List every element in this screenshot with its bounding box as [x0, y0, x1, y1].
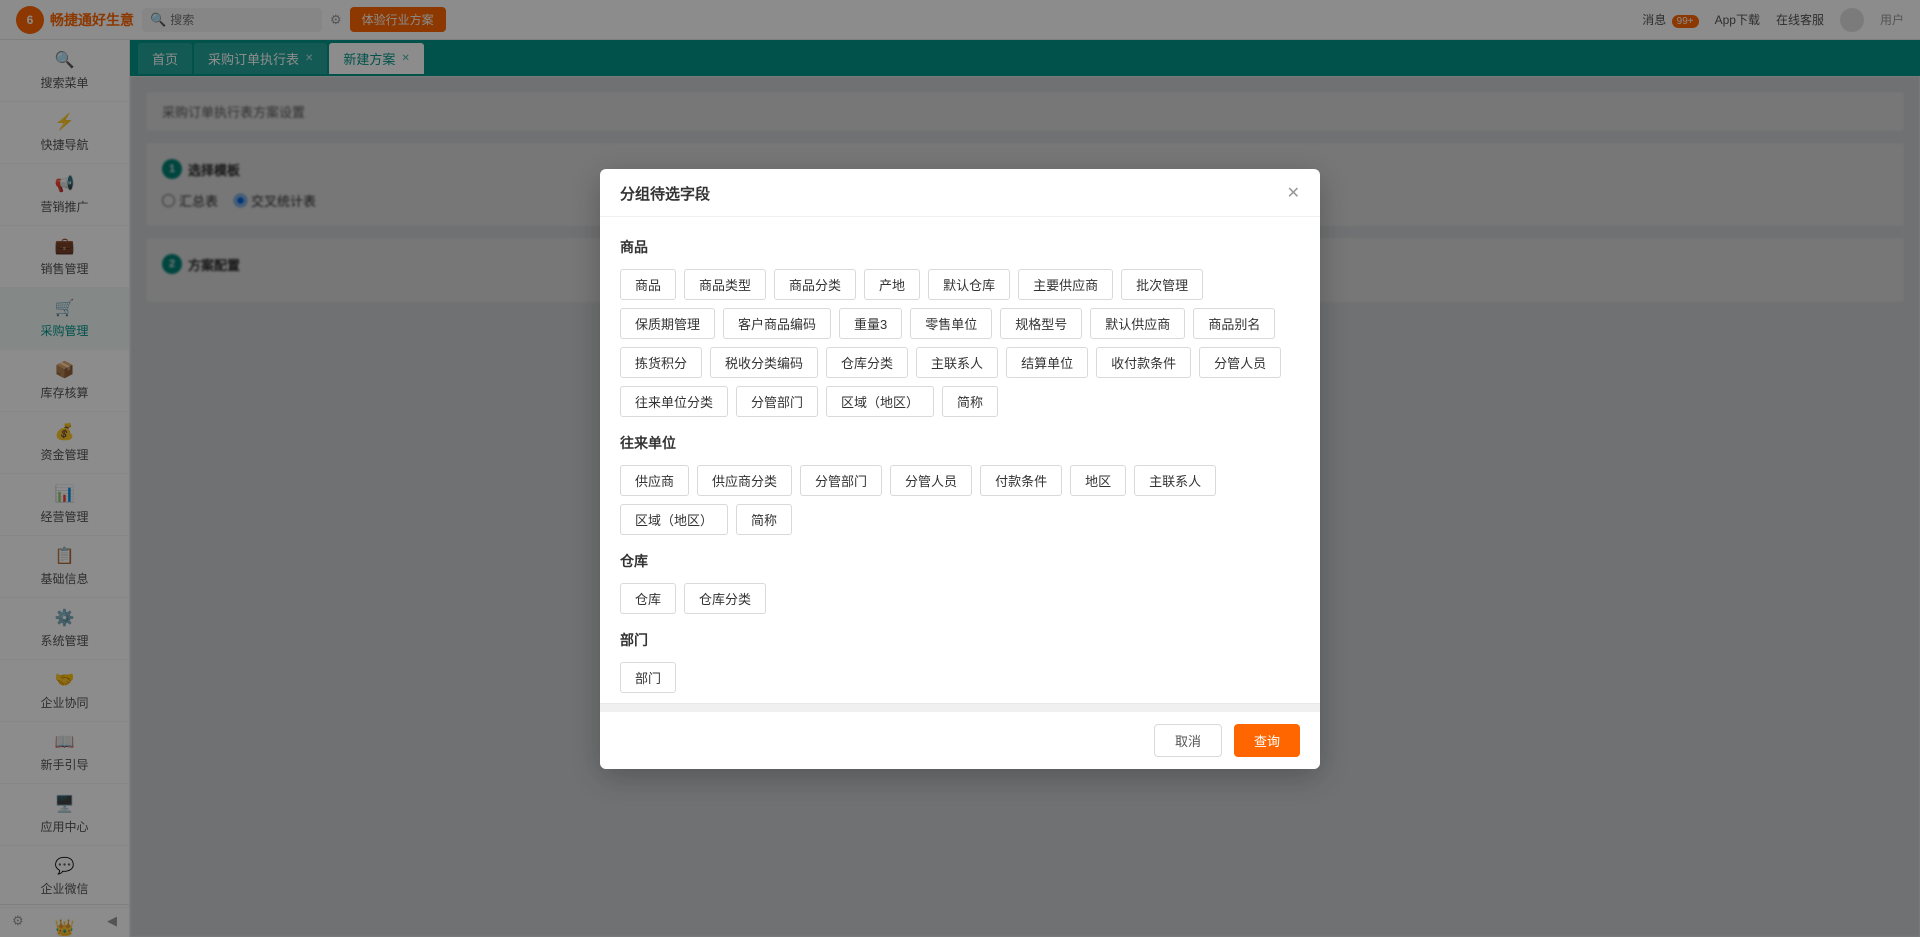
- section-title-product: 商品: [620, 237, 1300, 257]
- modal-footer: 取消 查询: [600, 711, 1320, 769]
- field-tag[interactable]: 简称: [736, 504, 792, 535]
- field-tag[interactable]: 收付款条件: [1096, 347, 1191, 378]
- field-grid-product2: 保质期管理 客户商品编码 重量3 零售单位 规格型号 默认供应商 商品别名: [620, 308, 1300, 339]
- field-tag[interactable]: 主联系人: [916, 347, 998, 378]
- field-tag[interactable]: 部门: [620, 662, 676, 693]
- field-tag[interactable]: 仓库分类: [684, 583, 766, 614]
- field-tag[interactable]: 商品分类: [774, 269, 856, 300]
- field-tag[interactable]: 主联系人: [1134, 465, 1216, 496]
- field-grid-partner2: 区域（地区） 简称: [620, 504, 1300, 535]
- modal-overlay: 分组待选字段 ✕ 商品 商品 商品类型 商品分类 产地 默认仓库 主要供应商 批…: [0, 0, 1920, 937]
- field-tag[interactable]: 分管人员: [1199, 347, 1281, 378]
- field-tag[interactable]: 重量3: [839, 308, 902, 339]
- field-tag[interactable]: 客户商品编码: [723, 308, 831, 339]
- field-tag[interactable]: 分管部门: [800, 465, 882, 496]
- field-tag[interactable]: 供应商分类: [697, 465, 792, 496]
- cancel-button[interactable]: 取消: [1154, 724, 1222, 757]
- field-tag[interactable]: 仓库: [620, 583, 676, 614]
- modal-close-button[interactable]: ✕: [1287, 183, 1300, 203]
- field-tag[interactable]: 规格型号: [1000, 308, 1082, 339]
- field-tag[interactable]: 供应商: [620, 465, 689, 496]
- field-tag[interactable]: 往来单位分类: [620, 386, 728, 417]
- field-tag[interactable]: 区域（地区）: [826, 386, 934, 417]
- section-title-department: 部门: [620, 630, 1300, 650]
- field-grid-product3: 拣货积分 税收分类编码 仓库分类 主联系人 结算单位 收付款条件 分管人员: [620, 347, 1300, 378]
- field-tag[interactable]: 分管人员: [890, 465, 972, 496]
- field-grid-product: 商品 商品类型 商品分类 产地 默认仓库 主要供应商 批次管理: [620, 269, 1300, 300]
- section-title-partner: 往来单位: [620, 433, 1300, 453]
- field-tag[interactable]: 拣货积分: [620, 347, 702, 378]
- field-tag[interactable]: 区域（地区）: [620, 504, 728, 535]
- field-tag[interactable]: 地区: [1070, 465, 1126, 496]
- field-tag[interactable]: 默认供应商: [1090, 308, 1185, 339]
- modal-header: 分组待选字段 ✕: [600, 169, 1320, 217]
- modal-horizontal-scrollbar[interactable]: [600, 703, 1320, 711]
- field-tag[interactable]: 商品类型: [684, 269, 766, 300]
- modal-title: 分组待选字段: [620, 183, 710, 204]
- field-tag[interactable]: 仓库分类: [826, 347, 908, 378]
- field-tag[interactable]: 主要供应商: [1018, 269, 1113, 300]
- modal-body: 商品 商品 商品类型 商品分类 产地 默认仓库 主要供应商 批次管理 保质期管理…: [600, 217, 1320, 703]
- field-grid-product4: 往来单位分类 分管部门 区域（地区） 简称: [620, 386, 1300, 417]
- field-tag[interactable]: 保质期管理: [620, 308, 715, 339]
- field-tag[interactable]: 简称: [942, 386, 998, 417]
- field-grid-partner: 供应商 供应商分类 分管部门 分管人员 付款条件 地区 主联系人: [620, 465, 1300, 496]
- field-grid-department: 部门: [620, 662, 1300, 693]
- confirm-button[interactable]: 查询: [1234, 724, 1300, 757]
- field-tag[interactable]: 商品别名: [1193, 308, 1275, 339]
- field-tag[interactable]: 默认仓库: [928, 269, 1010, 300]
- field-tag[interactable]: 付款条件: [980, 465, 1062, 496]
- field-selector-modal: 分组待选字段 ✕ 商品 商品 商品类型 商品分类 产地 默认仓库 主要供应商 批…: [600, 169, 1320, 769]
- field-tag[interactable]: 批次管理: [1121, 269, 1203, 300]
- field-tag[interactable]: 税收分类编码: [710, 347, 818, 378]
- field-tag[interactable]: 零售单位: [910, 308, 992, 339]
- field-tag[interactable]: 产地: [864, 269, 920, 300]
- field-tag[interactable]: 结算单位: [1006, 347, 1088, 378]
- field-tag[interactable]: 分管部门: [736, 386, 818, 417]
- section-title-warehouse: 仓库: [620, 551, 1300, 571]
- field-grid-warehouse: 仓库 仓库分类: [620, 583, 1300, 614]
- field-tag[interactable]: 商品: [620, 269, 676, 300]
